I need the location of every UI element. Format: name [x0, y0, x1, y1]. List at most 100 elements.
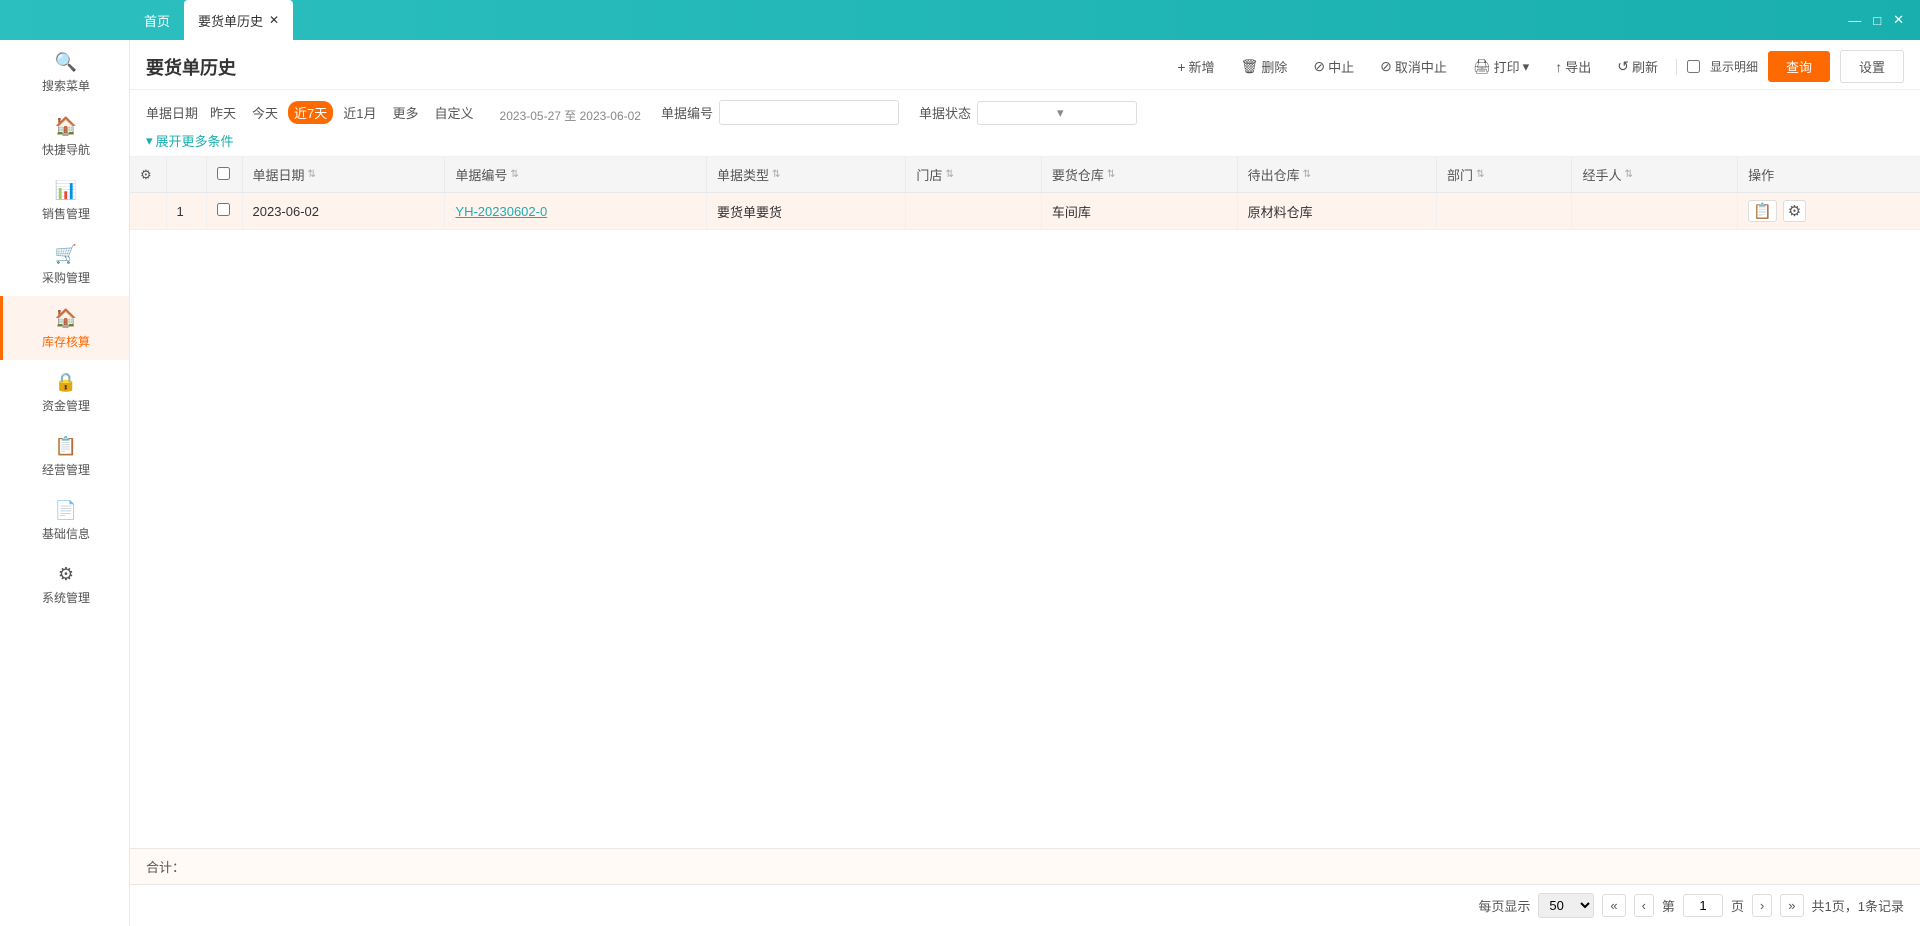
- th-doc-number[interactable]: 单据编号 ⇅: [445, 157, 707, 193]
- delete-button[interactable]: 🗑 删除: [1233, 52, 1296, 81]
- date-more-btn[interactable]: 更多: [387, 101, 425, 124]
- sidebar-item-search-menu[interactable]: 🔍 搜索菜单: [0, 40, 129, 104]
- sidebar-item-purchase[interactable]: 🛒 采购管理: [0, 232, 129, 296]
- th-checkbox[interactable]: [206, 157, 242, 193]
- row-doc-type-cell: 要货单要货: [706, 193, 905, 230]
- sidebar-item-inventory[interactable]: 🏠 库存核算: [0, 296, 129, 360]
- table-body: 1 2023-06-02 YH-20230602-0 要货单要货: [130, 193, 1920, 230]
- divider: [1676, 59, 1677, 75]
- date-custom-btn[interactable]: 自定义: [429, 101, 480, 124]
- cancel-stop-button[interactable]: ⊘ 取消中止: [1372, 52, 1455, 81]
- window-minimize-btn[interactable]: —: [1848, 13, 1861, 28]
- sidebar-item-purchase-label: 采购管理: [42, 269, 90, 286]
- pagination: 每页显示 10 20 50 100 « ‹ 第 页 › » 共1页，1条记录: [130, 884, 1920, 926]
- doc-number-filter: 单据编号: [661, 100, 899, 125]
- row-doc-number-cell[interactable]: YH-20230602-0: [445, 193, 707, 230]
- refresh-button[interactable]: ↺ 刷新: [1609, 52, 1666, 81]
- sidebar-item-operations-label: 经营管理: [42, 461, 90, 478]
- quick-nav-icon: 🏠: [55, 116, 77, 137]
- tab-home[interactable]: 首页: [130, 0, 184, 40]
- sidebar-item-finance[interactable]: 🔒 资金管理: [0, 360, 129, 424]
- sidebar-item-operations[interactable]: 📋 经营管理: [0, 424, 129, 488]
- th-settings[interactable]: ⚙: [130, 157, 166, 193]
- per-page-label: 每页显示: [1478, 896, 1530, 915]
- th-date[interactable]: 单据日期 ⇅: [242, 157, 445, 193]
- date-yesterday-btn[interactable]: 昨天: [204, 101, 242, 124]
- row-edit-button[interactable]: 📋: [1748, 200, 1777, 222]
- add-label: 新增: [1189, 57, 1215, 76]
- cancel-stop-icon: ⊘: [1380, 58, 1392, 75]
- th-req-warehouse[interactable]: 要货仓库 ⇅: [1041, 157, 1237, 193]
- row-doc-type: 要货单要货: [717, 205, 782, 220]
- department-sort-icon: ⇅: [1476, 169, 1484, 180]
- window-controls: — □ ✕: [1848, 12, 1920, 28]
- table-header-row: ⚙ 单据日期 ⇅: [130, 157, 1920, 193]
- finance-icon: 🔒: [55, 372, 77, 393]
- sidebar-item-sales[interactable]: 📊 销售管理: [0, 168, 129, 232]
- page-suffix-label: 页: [1731, 896, 1744, 915]
- row-delete-button[interactable]: ⚙: [1783, 200, 1806, 222]
- row-check-cell[interactable]: [206, 193, 242, 230]
- last-page-button[interactable]: »: [1780, 894, 1803, 917]
- th-department[interactable]: 部门 ⇅: [1437, 157, 1572, 193]
- window-maximize-btn[interactable]: □: [1873, 13, 1881, 28]
- filter-area: 单据日期 昨天 今天 近7天 近1月 更多 自定义 2023-05-27 至 2…: [130, 90, 1920, 157]
- date-last7days-btn[interactable]: 近7天: [288, 101, 333, 124]
- filter-row: 单据日期 昨天 今天 近7天 近1月 更多 自定义 2023-05-27 至 2…: [146, 100, 1904, 125]
- print-button[interactable]: 🖨 打印 ▾: [1465, 52, 1537, 81]
- status-select[interactable]: ▾: [977, 101, 1137, 125]
- sidebar-item-quick-nav[interactable]: 🏠 快捷导航: [0, 104, 129, 168]
- sidebar: 🔍 搜索菜单 🏠 快捷导航 📊 销售管理 🛒 采购管理 🏠 库存核算 🔒 资金管…: [0, 40, 130, 926]
- expand-more-label: 展开更多条件: [156, 131, 234, 150]
- row-checkbox[interactable]: [217, 203, 230, 216]
- store-sort-icon: ⇅: [945, 169, 953, 180]
- data-table: ⚙ 单据日期 ⇅: [130, 157, 1920, 230]
- settings-gear-icon[interactable]: ⚙: [140, 167, 152, 182]
- tab-requisition-history[interactable]: 要货单历史 ✕: [184, 0, 293, 40]
- sidebar-item-inventory-label: 库存核算: [42, 333, 90, 350]
- expand-more-btn[interactable]: ▾ 展开更多条件: [146, 131, 1904, 150]
- window-close-btn[interactable]: ✕: [1893, 12, 1904, 28]
- query-button[interactable]: 查询: [1768, 51, 1830, 82]
- first-page-button[interactable]: «: [1602, 894, 1625, 917]
- date-today-btn[interactable]: 今天: [246, 101, 284, 124]
- page-number-input[interactable]: [1683, 894, 1723, 917]
- per-page-select[interactable]: 10 20 50 100: [1538, 893, 1594, 918]
- header-actions: + 新增 🗑 删除 ⊘ 中止 ⊘ 取消中止 🖨 打印: [1169, 50, 1904, 83]
- cancel-stop-label: 取消中止: [1395, 57, 1447, 76]
- date-last-month-btn[interactable]: 近1月: [337, 101, 382, 124]
- row-handler-cell: [1572, 193, 1738, 230]
- th-store[interactable]: 门店 ⇅: [906, 157, 1041, 193]
- doc-number-input[interactable]: [719, 100, 899, 125]
- sidebar-item-basic-info[interactable]: 📄 基础信息: [0, 488, 129, 552]
- select-all-checkbox[interactable]: [217, 167, 230, 180]
- table-row: 1 2023-06-02 YH-20230602-0 要货单要货: [130, 193, 1920, 230]
- export-button[interactable]: ↑ 导出: [1547, 52, 1599, 81]
- next-page-button[interactable]: ›: [1752, 894, 1772, 917]
- system-icon: ⚙: [58, 564, 74, 585]
- th-pending-warehouse[interactable]: 待出仓库 ⇅: [1237, 157, 1436, 193]
- sidebar-item-system[interactable]: ⚙ 系统管理: [0, 552, 129, 616]
- prev-page-button[interactable]: ‹: [1634, 894, 1654, 917]
- date-quick-buttons: 昨天 今天 近7天 近1月 更多 自定义: [204, 101, 480, 124]
- row-doc-number-link[interactable]: YH-20230602-0: [455, 204, 547, 219]
- delete-icon: 🗑: [1241, 58, 1259, 75]
- sidebar-item-system-label: 系统管理: [42, 589, 90, 606]
- row-req-warehouse-cell: 车间库: [1041, 193, 1237, 230]
- show-detail-checkbox[interactable]: [1687, 60, 1700, 73]
- th-operations: 操作: [1738, 157, 1920, 193]
- page-prefix-label: 第: [1662, 896, 1675, 915]
- inventory-icon: 🏠: [55, 308, 77, 329]
- add-button[interactable]: + 新增: [1169, 52, 1222, 81]
- status-select-arrow-icon: ▾: [1057, 105, 1130, 121]
- th-handler[interactable]: 经手人 ⇅: [1572, 157, 1738, 193]
- tab-requisition-history-label: 要货单历史: [198, 11, 263, 30]
- close-tab-icon[interactable]: ✕: [269, 13, 279, 27]
- settings-button[interactable]: 设置: [1840, 50, 1904, 83]
- handler-sort-icon: ⇅: [1625, 169, 1633, 180]
- doc-number-sort-icon: ⇅: [510, 169, 518, 180]
- date-sort-icon: ⇅: [308, 169, 316, 180]
- th-doc-type[interactable]: 单据类型 ⇅: [706, 157, 905, 193]
- stop-button[interactable]: ⊘ 中止: [1305, 52, 1362, 81]
- row-settings-cell: [130, 193, 166, 230]
